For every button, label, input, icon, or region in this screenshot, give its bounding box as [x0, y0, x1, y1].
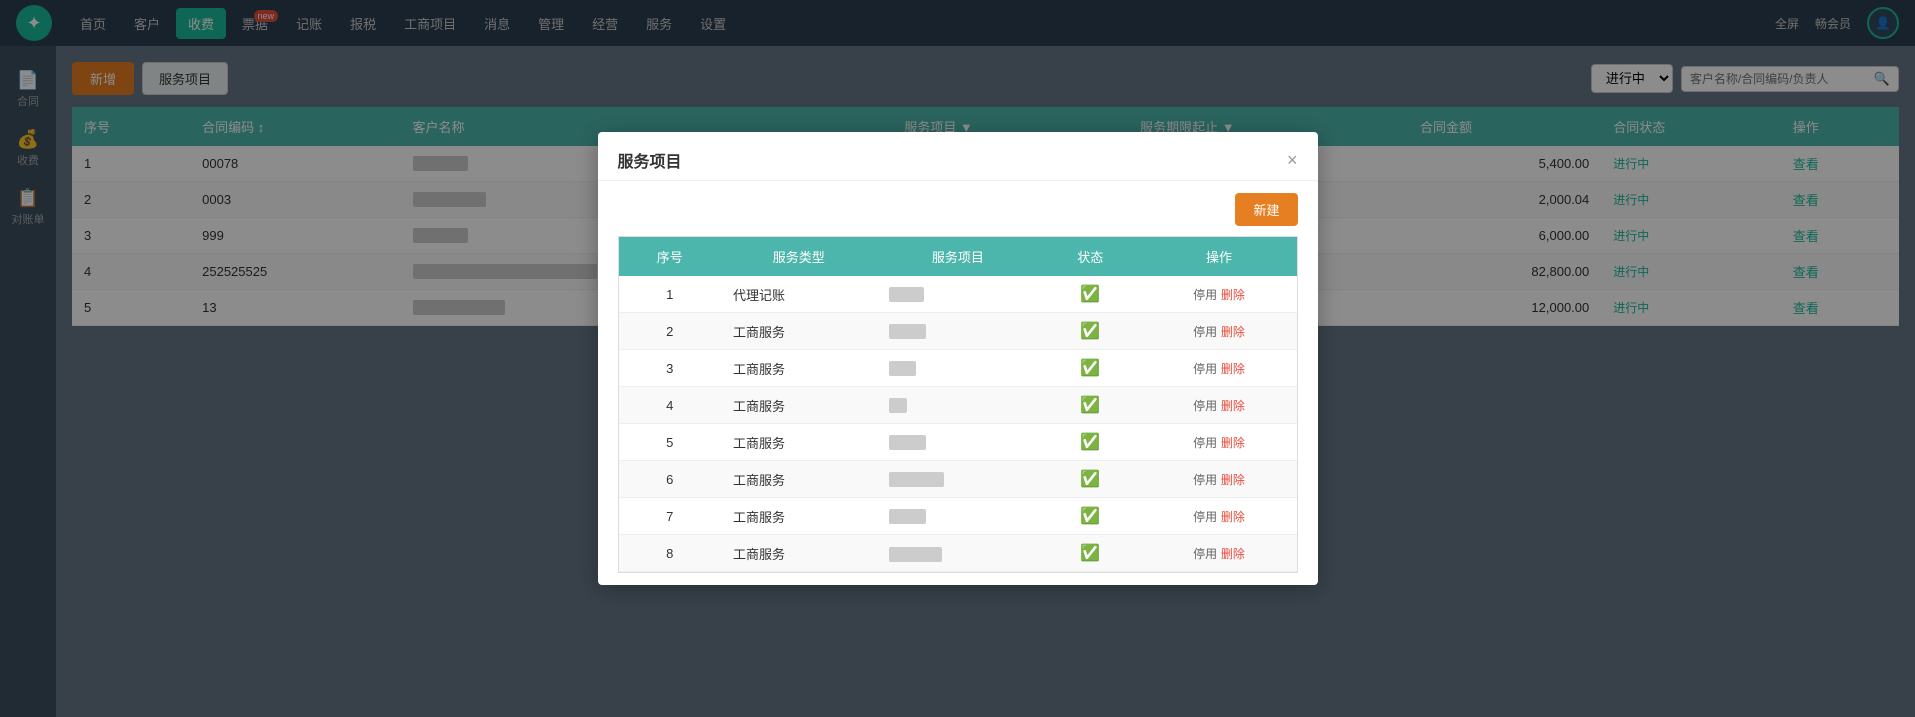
modal-overlay[interactable]: 服务项目 × 新建 序号 服务类型 服务项目 状态 操作	[0, 0, 1915, 717]
service-table: 序号 服务类型 服务项目 状态 操作 1 代理记账 ███1 ✅ 停用 删除 2…	[619, 237, 1297, 572]
svc-col-status: 状态	[1039, 237, 1141, 276]
svc-cell-action: 停用 删除	[1142, 498, 1297, 535]
svc-cell-action: 停用 删除	[1142, 424, 1297, 461]
status-check-icon: ✅	[1080, 471, 1100, 488]
list-item: 4 工商服务 ██ ✅ 停用 删除	[619, 387, 1297, 424]
svc-cell-type: 工商服务	[721, 461, 877, 498]
svc-cell-action: 停用 删除	[1142, 276, 1297, 313]
stop-button[interactable]: 停用	[1193, 471, 1217, 488]
svc-cell-type: 工商服务	[721, 424, 877, 461]
modal-toolbar: 新建	[618, 193, 1298, 226]
svc-cell-type: 工商服务	[721, 387, 877, 424]
delete-button[interactable]: 删除	[1221, 323, 1245, 340]
status-check-icon: ✅	[1080, 397, 1100, 414]
svc-cell-seq: 3	[619, 350, 721, 387]
svc-cell-project: ███注册	[877, 535, 1039, 572]
svc-cell-project: ████	[877, 313, 1039, 350]
status-check-icon: ✅	[1080, 545, 1100, 562]
svc-cell-type: 工商服务	[721, 350, 877, 387]
svc-cell-project: ██	[877, 387, 1039, 424]
svc-cell-seq: 4	[619, 387, 721, 424]
stop-button[interactable]: 停用	[1193, 434, 1217, 451]
svc-cell-seq: 8	[619, 535, 721, 572]
delete-button[interactable]: 删除	[1221, 545, 1245, 562]
svc-cell-seq: 6	[619, 461, 721, 498]
stop-button[interactable]: 停用	[1193, 323, 1217, 340]
svc-cell-action: 停用 删除	[1142, 461, 1297, 498]
stop-button[interactable]: 停用	[1193, 508, 1217, 525]
svc-cell-status: ✅	[1039, 387, 1141, 424]
delete-button[interactable]: 删除	[1221, 471, 1245, 488]
list-item: 3 工商服务 ███ ✅ 停用 删除	[619, 350, 1297, 387]
svc-cell-action: 停用 删除	[1142, 535, 1297, 572]
list-item: 8 工商服务 ███注册 ✅ 停用 删除	[619, 535, 1297, 572]
service-table-wrap[interactable]: 序号 服务类型 服务项目 状态 操作 1 代理记账 ███1 ✅ 停用 删除 2…	[618, 236, 1298, 573]
svc-cell-type: 工商服务	[721, 535, 877, 572]
modal-header: 服务项目 ×	[598, 132, 1318, 181]
modal-new-button[interactable]: 新建	[1235, 193, 1297, 226]
stop-button[interactable]: 停用	[1193, 397, 1217, 414]
svc-cell-status: ✅	[1039, 535, 1141, 572]
delete-button[interactable]: 删除	[1221, 360, 1245, 377]
stop-button[interactable]: 停用	[1193, 545, 1217, 562]
list-item: 1 代理记账 ███1 ✅ 停用 删除	[619, 276, 1297, 313]
svc-cell-type: 代理记账	[721, 276, 877, 313]
delete-button[interactable]: 删除	[1221, 434, 1245, 451]
svc-cell-type: 工商服务	[721, 313, 877, 350]
svc-cell-seq: 5	[619, 424, 721, 461]
stop-button[interactable]: 停用	[1193, 360, 1217, 377]
svc-cell-seq: 7	[619, 498, 721, 535]
status-check-icon: ✅	[1080, 508, 1100, 525]
list-item: 6 工商服务 ██████ ✅ 停用 删除	[619, 461, 1297, 498]
svc-cell-project: ███	[877, 350, 1039, 387]
modal-title: 服务项目	[618, 148, 682, 172]
delete-button[interactable]: 删除	[1221, 286, 1245, 303]
svc-cell-seq: 1	[619, 276, 721, 313]
svc-col-action: 操作	[1142, 237, 1297, 276]
svc-cell-status: ✅	[1039, 350, 1141, 387]
svc-cell-project: ████	[877, 498, 1039, 535]
list-item: 7 工商服务 ████ ✅ 停用 删除	[619, 498, 1297, 535]
svc-cell-status: ✅	[1039, 313, 1141, 350]
status-check-icon: ✅	[1080, 434, 1100, 451]
modal-close-button[interactable]: ×	[1287, 150, 1298, 171]
svc-cell-type: 工商服务	[721, 498, 877, 535]
stop-button[interactable]: 停用	[1193, 286, 1217, 303]
status-check-icon: ✅	[1080, 360, 1100, 377]
svc-cell-status: ✅	[1039, 424, 1141, 461]
service-modal: 服务项目 × 新建 序号 服务类型 服务项目 状态 操作	[598, 132, 1318, 585]
delete-button[interactable]: 删除	[1221, 397, 1245, 414]
svc-cell-action: 停用 删除	[1142, 350, 1297, 387]
svc-col-project: 服务项目	[877, 237, 1039, 276]
list-item: 2 工商服务 ████ ✅ 停用 删除	[619, 313, 1297, 350]
svc-col-type: 服务类型	[721, 237, 877, 276]
modal-body: 新建 序号 服务类型 服务项目 状态 操作 1 代理记账	[598, 181, 1318, 585]
svc-cell-project: ████	[877, 424, 1039, 461]
svc-cell-status: ✅	[1039, 276, 1141, 313]
svc-cell-action: 停用 删除	[1142, 387, 1297, 424]
svc-cell-status: ✅	[1039, 461, 1141, 498]
status-check-icon: ✅	[1080, 286, 1100, 303]
svc-col-seq: 序号	[619, 237, 721, 276]
status-check-icon: ✅	[1080, 323, 1100, 340]
list-item: 5 工商服务 ████ ✅ 停用 删除	[619, 424, 1297, 461]
delete-button[interactable]: 删除	[1221, 508, 1245, 525]
svc-cell-action: 停用 删除	[1142, 313, 1297, 350]
svc-cell-seq: 2	[619, 313, 721, 350]
svc-cell-status: ✅	[1039, 498, 1141, 535]
svc-cell-project: ██████	[877, 461, 1039, 498]
svc-cell-project: ███1	[877, 276, 1039, 313]
